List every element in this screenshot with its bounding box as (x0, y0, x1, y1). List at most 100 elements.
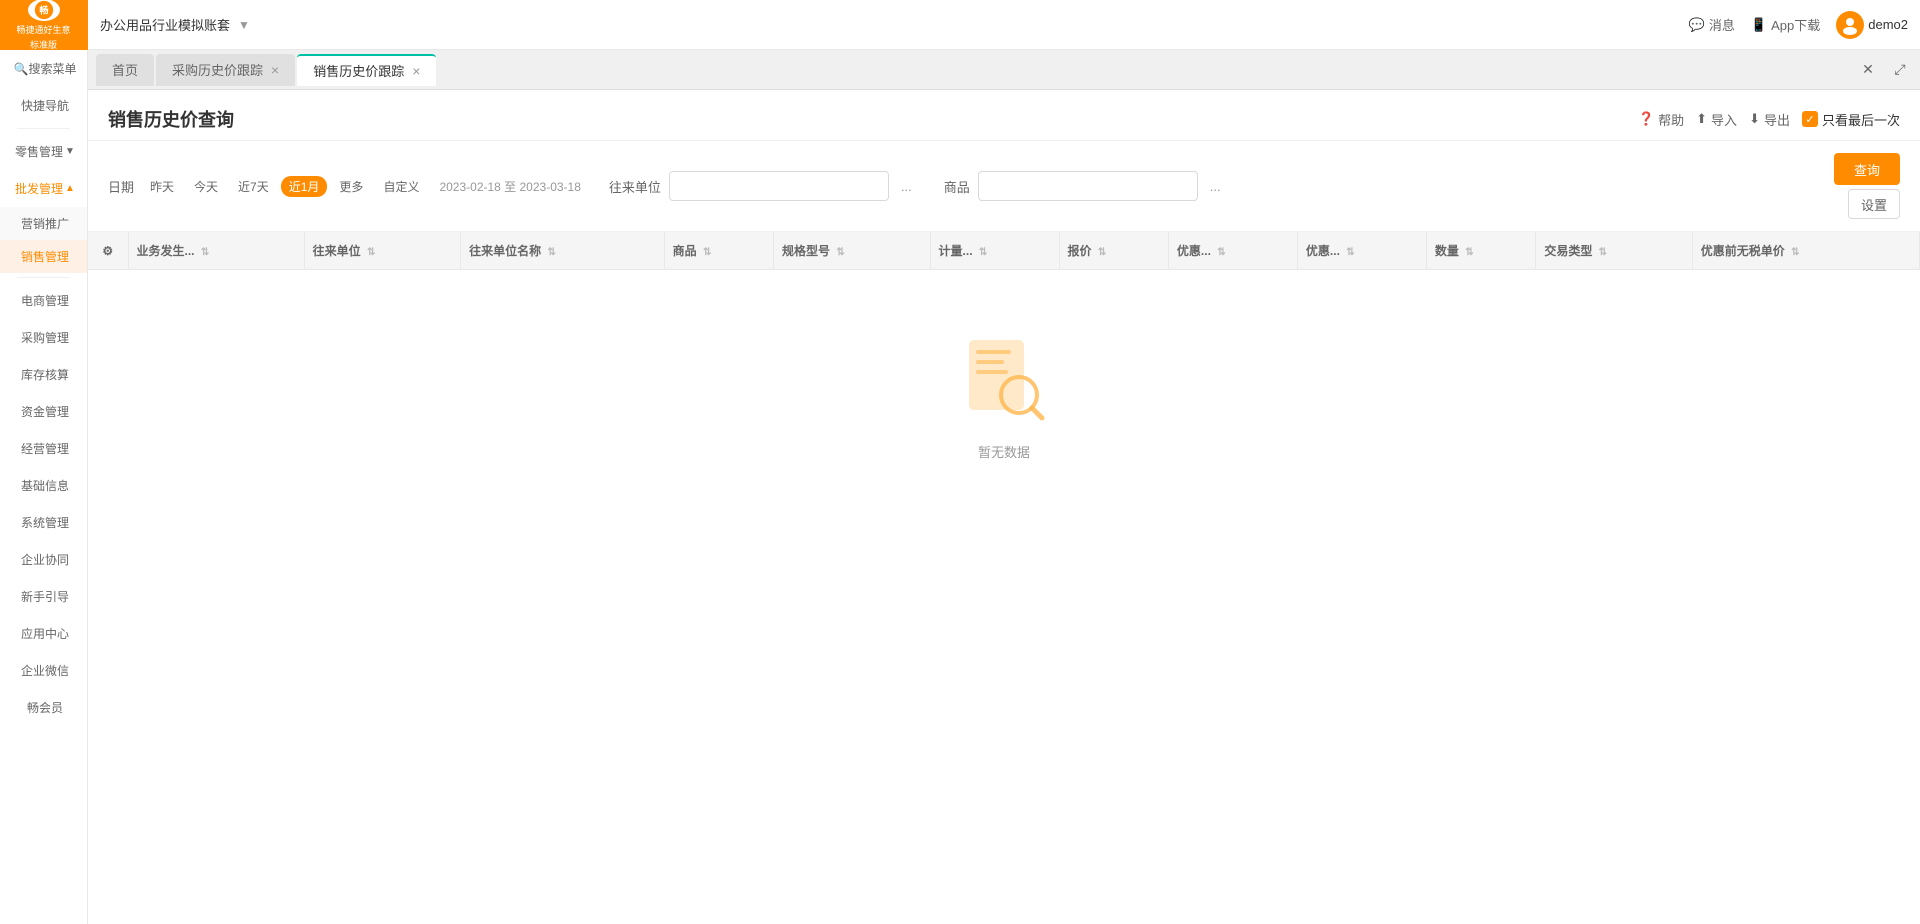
sidebar-search-label: 搜索菜单 (28, 60, 76, 77)
query-button[interactable]: 查询 (1834, 153, 1900, 185)
sidebar-item-wechat[interactable]: 企业微信 (0, 652, 87, 689)
col-goods[interactable]: 商品 ⇅ (664, 232, 773, 270)
help-button[interactable]: ❓ 帮助 (1638, 110, 1684, 129)
export-button[interactable]: ⬇ 导出 (1749, 110, 1790, 129)
sidebar-item-purchase[interactable]: 采购管理 (0, 319, 87, 356)
date-range-display: 2023-02-18 至 2023-03-18 (439, 178, 580, 195)
chevron-down-icon: ▼ (65, 146, 75, 157)
col-partner-code[interactable]: 往来单位 ⇅ (304, 232, 460, 270)
user-name: demo2 (1868, 17, 1908, 32)
col-spec[interactable]: 规格型号 ⇅ (774, 232, 930, 270)
tab-purchase-history[interactable]: 采购历史价跟踪 × (156, 54, 295, 86)
data-table: ⚙ 业务发生... ⇅ 往来单位 ⇅ 往来单位名称 ⇅ (88, 232, 1920, 270)
col-spec-label: 规格型号 (782, 244, 830, 258)
col-pretax-price-label: 优惠前无税单价 (1701, 244, 1785, 258)
col-gear[interactable]: ⚙ (88, 232, 128, 270)
col-trade-type[interactable]: 交易类型 ⇅ (1536, 232, 1692, 270)
table-container: ⚙ 业务发生... ⇅ 往来单位 ⇅ 往来单位名称 ⇅ (88, 232, 1920, 924)
sidebar-item-finance[interactable]: 资金管理 (0, 393, 87, 430)
sort-price: ⇅ (1098, 247, 1106, 258)
goods-input[interactable] (978, 171, 1198, 201)
partner-input[interactable] (669, 171, 889, 201)
maximize-button[interactable]: ⤢ (1888, 58, 1912, 82)
sort-goods: ⇅ (703, 247, 711, 258)
col-price[interactable]: 报价 ⇅ (1059, 232, 1168, 270)
user-profile[interactable]: demo2 (1836, 11, 1908, 39)
page-actions: ❓ 帮助 ⬆ 导入 ⬇ 导出 只看最后一次 (1638, 110, 1900, 129)
tab-home-label: 首页 (112, 60, 138, 79)
sidebar-item-quicknav[interactable]: 快捷导航 (0, 87, 87, 124)
sidebar-item-ecommerce[interactable]: 电商管理 (0, 282, 87, 319)
sidebar-item-sales-mgmt[interactable]: 销售管理 (0, 240, 87, 273)
sidebar-item-operation[interactable]: 经营管理 (0, 430, 87, 467)
filter-bar: 日期 昨天 今天 近7天 近1月 更多 自定义 2023-02-18 至 202… (88, 141, 1920, 232)
col-partner-name-label: 往来单位名称 (469, 244, 541, 258)
partner-label: 往来单位 (609, 177, 661, 196)
sidebar-item-retail[interactable]: 零售管理 ▼ (0, 133, 87, 170)
quicknav-label: 快捷导航 (21, 97, 69, 114)
date-btn-custom[interactable]: 自定义 (375, 176, 427, 197)
col-discount1[interactable]: 优惠... ⇅ (1168, 232, 1297, 270)
import-button[interactable]: ⬆ 导入 (1696, 110, 1737, 129)
sidebar-item-system[interactable]: 系统管理 (0, 504, 87, 541)
col-goods-label: 商品 (673, 244, 697, 258)
col-pretax-price[interactable]: 优惠前无税单价 ⇅ (1692, 232, 1919, 270)
col-discount2[interactable]: 优惠... ⇅ (1297, 232, 1426, 270)
partner-ellipsis-btn[interactable]: ... (897, 179, 916, 194)
sort-trade-type: ⇅ (1599, 247, 1607, 258)
sidebar-item-search[interactable]: 🔍 搜索菜单 (0, 50, 87, 87)
partner-filter-group: 往来单位 ... (609, 171, 916, 201)
sidebar-inventory-label: 库存核算 (21, 366, 69, 383)
export-icon: ⬇ (1749, 111, 1760, 127)
tab-purchase-label: 采购历史价跟踪 (172, 60, 263, 79)
date-label: 日期 (108, 177, 134, 196)
col-qty[interactable]: 数量 ⇅ (1426, 232, 1535, 270)
divider2 (17, 277, 69, 278)
sidebar-operation-label: 经营管理 (21, 440, 69, 457)
date-btn-last1m[interactable]: 近1月 (281, 176, 328, 197)
col-unit[interactable]: 计量... ⇅ (930, 232, 1059, 270)
app-logo[interactable]: 畅 畅捷通好生意 标准版 (0, 0, 88, 50)
only-last-checkbox[interactable]: 只看最后一次 (1802, 110, 1900, 129)
header-left: 办公用品行业模拟账套 ▼ (100, 15, 250, 34)
tab-home[interactable]: 首页 (96, 54, 154, 86)
goods-label: 商品 (944, 177, 970, 196)
sidebar-item-inventory[interactable]: 库存核算 (0, 356, 87, 393)
page-title: 销售历史价查询 (108, 106, 234, 132)
date-btn-today[interactable]: 今天 (186, 176, 226, 197)
sidebar-item-guide[interactable]: 新手引导 (0, 578, 87, 615)
page-title-bar: 销售历史价查询 ❓ 帮助 ⬆ 导入 ⬇ 导出 只看最后一次 (88, 90, 1920, 141)
sidebar-nav: 🔍 搜索菜单 快捷导航 零售管理 ▼ 批发管理 ▲ 营销推广 销售管理 电商管理… (0, 50, 87, 924)
app-download-button[interactable]: 📱 App下载 (1751, 15, 1820, 34)
date-btn-more[interactable]: 更多 (331, 176, 371, 197)
close-all-button[interactable]: ✕ (1856, 58, 1880, 82)
chevron-up-icon: ▲ (65, 183, 75, 194)
tab-sales-history[interactable]: 销售历史价跟踪 × (297, 54, 436, 86)
sort-discount1: ⇅ (1217, 247, 1225, 258)
sidebar-retail-label: 零售管理 (15, 143, 63, 160)
tab-purchase-close[interactable]: × (271, 63, 279, 77)
gear-icon[interactable]: ⚙ (102, 244, 113, 258)
sidebar-item-marketing[interactable]: 营销推广 (0, 207, 87, 240)
top-header: 办公用品行业模拟账套 ▼ 💬 消息 📱 App下载 demo2 (88, 0, 1920, 50)
settings-button[interactable]: 设置 (1848, 189, 1900, 219)
phone-icon: 📱 (1751, 17, 1767, 33)
maximize-icon: ⤢ (1894, 61, 1905, 78)
table-header: ⚙ 业务发生... ⇅ 往来单位 ⇅ 往来单位名称 ⇅ (88, 232, 1920, 270)
message-button[interactable]: 💬 消息 (1689, 15, 1735, 34)
col-discount2-label: 优惠... (1306, 244, 1340, 258)
breadcrumb-arrow: ▼ (238, 18, 250, 32)
goods-ellipsis-btn[interactable]: ... (1206, 179, 1225, 194)
sidebar-item-appcenter[interactable]: 应用中心 (0, 615, 87, 652)
col-partner-code-label: 往来单位 (313, 244, 361, 258)
sidebar-item-wholesale[interactable]: 批发管理 ▲ (0, 170, 87, 207)
import-label: 导入 (1711, 110, 1737, 129)
date-btn-yesterday[interactable]: 昨天 (142, 176, 182, 197)
col-biz-date[interactable]: 业务发生... ⇅ (128, 232, 304, 270)
sidebar-item-cooperation[interactable]: 企业协同 (0, 541, 87, 578)
sidebar-item-basic-info[interactable]: 基础信息 (0, 467, 87, 504)
tab-sales-close[interactable]: × (412, 64, 420, 78)
col-partner-name[interactable]: 往来单位名称 ⇅ (461, 232, 665, 270)
date-btn-last7[interactable]: 近7天 (230, 176, 277, 197)
sidebar-item-vip[interactable]: 畅会员 (0, 689, 87, 726)
